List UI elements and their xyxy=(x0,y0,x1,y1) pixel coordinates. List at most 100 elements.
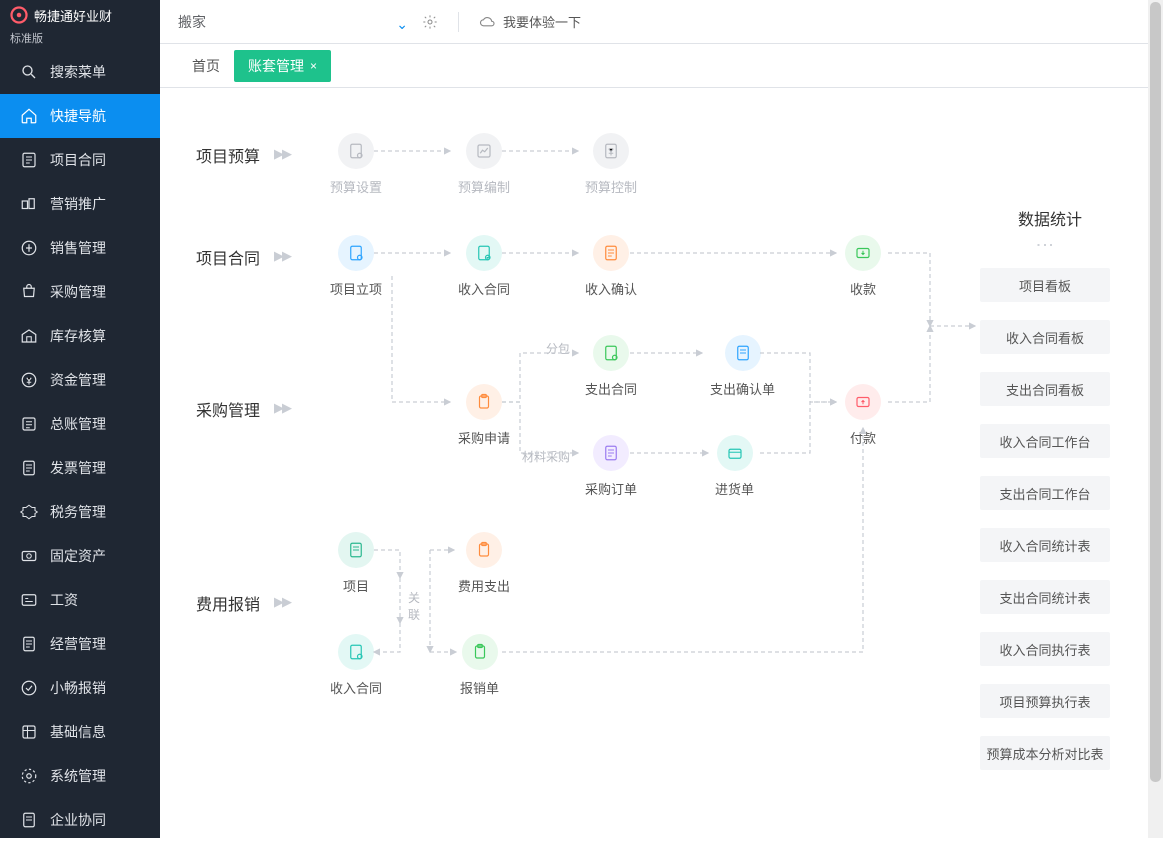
try-label: 我要体验一下 xyxy=(503,12,581,31)
base-icon xyxy=(20,723,38,741)
sidebar-item-marketing[interactable]: 营销推广 xyxy=(0,182,160,226)
sidebar-item-search[interactable]: 搜索菜单 xyxy=(0,50,160,94)
node-inc-contract2[interactable]: 收入合同 xyxy=(330,634,382,697)
workspace: 项目预算 ▶▶ 项目合同 ▶▶ 采购管理 ▶▶ 费用报销 ▶▶ 预算设置 预算编… xyxy=(160,88,1163,838)
node-budget-make[interactable]: 预算编制 xyxy=(458,133,510,196)
collab-icon xyxy=(20,811,38,829)
try-link[interactable]: 我要体验一下 xyxy=(479,12,581,31)
sidebar-item-report[interactable]: 小畅报销 xyxy=(0,666,160,710)
clipboard-icon xyxy=(471,643,489,661)
stat-button-6[interactable]: 支出合同统计表 xyxy=(980,580,1110,614)
sidebar-item-tax[interactable]: 税务管理 xyxy=(0,490,160,534)
clipboard-icon xyxy=(475,393,493,411)
header: 搬家 ⌄ 我要体验一下 xyxy=(160,0,1163,44)
version-tag: 标准版 xyxy=(0,30,160,46)
quicknav-icon xyxy=(20,107,38,125)
stat-button-3[interactable]: 收入合同工作台 xyxy=(980,424,1110,458)
purchase-icon xyxy=(20,283,38,301)
node-proj[interactable]: 项目 xyxy=(338,532,374,595)
stock-icon xyxy=(20,327,38,345)
sidebar-item-biz[interactable]: 经营管理 xyxy=(0,622,160,666)
stat-button-2[interactable]: 支出合同看板 xyxy=(980,372,1110,406)
stat-button-5[interactable]: 收入合同统计表 xyxy=(980,528,1110,562)
org-selector[interactable]: 搬家 ⌄ xyxy=(178,12,408,32)
wallet-out-icon xyxy=(854,393,872,411)
tab-home[interactable]: 首页 xyxy=(178,50,234,82)
doc-check-icon xyxy=(347,643,365,661)
invoice-icon xyxy=(20,459,38,477)
sidebar-item-sales[interactable]: 销售管理 xyxy=(0,226,160,270)
gear-icon[interactable] xyxy=(422,14,438,30)
tab-bar: 首页 账套管理 × xyxy=(160,44,1163,88)
sidebar-item-label: 营销推广 xyxy=(50,194,106,214)
sidebar-item-label: 发票管理 xyxy=(50,458,106,478)
gl-icon xyxy=(20,415,38,433)
node-budget-ctrl[interactable]: 预算控制 xyxy=(585,133,637,196)
sidebar-item-label: 工资 xyxy=(50,590,78,610)
section-arrow-icon: ▶▶ xyxy=(274,146,290,162)
sidebar-item-collab[interactable]: 企业协同 xyxy=(0,798,160,842)
close-icon[interactable]: × xyxy=(310,59,317,73)
doc-icon xyxy=(347,541,365,559)
node-pur-req[interactable]: 采购申请 xyxy=(458,384,510,447)
mini-mat: 材料采购 xyxy=(522,448,570,465)
sidebar-item-stock[interactable]: 库存核算 xyxy=(0,314,160,358)
sidebar-item-salary[interactable]: 工资 xyxy=(0,578,160,622)
sidebar-item-quicknav[interactable]: 快捷导航 xyxy=(0,94,160,138)
section-arrow-icon: ▶▶ xyxy=(274,248,290,264)
chart-icon xyxy=(475,142,493,160)
cloud-icon xyxy=(479,15,497,29)
scrollbar[interactable] xyxy=(1148,0,1163,838)
mini-sub: 分包 xyxy=(546,340,570,357)
tab-account[interactable]: 账套管理 × xyxy=(234,50,331,82)
sidebar-item-system[interactable]: 系统管理 xyxy=(0,754,160,798)
node-budget-set[interactable]: 预算设置 xyxy=(330,133,382,196)
system-icon xyxy=(20,767,38,785)
app-logo-icon xyxy=(10,6,28,24)
sidebar-item-label: 资金管理 xyxy=(50,370,106,390)
stats-title: 数据统计 xyxy=(1018,206,1082,230)
tax-icon xyxy=(20,503,38,521)
sidebar-item-asset[interactable]: 固定资产 xyxy=(0,534,160,578)
sidebar: 畅捷通好业财 标准版 搜索菜单快捷导航项目合同营销推广销售管理采购管理库存核算资… xyxy=(0,0,160,838)
app-name: 畅捷通好业财 xyxy=(34,6,112,25)
node-proj-init[interactable]: 项目立项 xyxy=(330,235,382,298)
sidebar-item-contract[interactable]: 项目合同 xyxy=(0,138,160,182)
sidebar-item-purchase[interactable]: 采购管理 xyxy=(0,270,160,314)
doc-icon xyxy=(602,244,620,262)
sidebar-item-fund[interactable]: 资金管理 xyxy=(0,358,160,402)
section-arrow-icon: ▶▶ xyxy=(274,594,290,610)
logo: 畅捷通好业财 xyxy=(0,0,160,30)
node-exp-out[interactable]: 费用支出 xyxy=(458,532,510,595)
scrollbar-thumb[interactable] xyxy=(1150,2,1161,782)
node-reimb[interactable]: 报销单 xyxy=(460,634,499,697)
section-arrow-icon: ▶▶ xyxy=(274,400,290,416)
node-pay[interactable]: 付款 xyxy=(845,384,881,447)
divider xyxy=(458,12,459,32)
sidebar-item-invoice[interactable]: 发票管理 xyxy=(0,446,160,490)
node-income-confirm[interactable]: 收入确认 xyxy=(585,235,637,298)
stat-button-0[interactable]: 项目看板 xyxy=(980,268,1110,302)
stat-button-1[interactable]: 收入合同看板 xyxy=(980,320,1110,354)
report-icon xyxy=(20,679,38,697)
stat-button-7[interactable]: 收入合同执行表 xyxy=(980,632,1110,666)
stat-button-4[interactable]: 支出合同工作台 xyxy=(980,476,1110,510)
biz-icon xyxy=(20,635,38,653)
box-icon xyxy=(726,444,744,462)
doc-icon xyxy=(602,444,620,462)
section-budget: 项目预算 xyxy=(196,143,260,167)
sidebar-item-base[interactable]: 基础信息 xyxy=(0,710,160,754)
sidebar-item-gl[interactable]: 总账管理 xyxy=(0,402,160,446)
node-receive[interactable]: 收款 xyxy=(845,235,881,298)
node-out-contract[interactable]: 支出合同 xyxy=(585,335,637,398)
node-income-contract[interactable]: 收入合同 xyxy=(458,235,510,298)
sidebar-item-label: 经营管理 xyxy=(50,634,106,654)
stat-button-9[interactable]: 预算成本分析对比表 xyxy=(980,736,1110,770)
search-icon xyxy=(20,63,38,81)
doc-check-icon xyxy=(475,244,493,262)
node-goods-in[interactable]: 进货单 xyxy=(715,435,754,498)
doc-icon xyxy=(347,244,365,262)
stat-button-8[interactable]: 项目预算执行表 xyxy=(980,684,1110,718)
node-out-confirm[interactable]: 支出确认单 xyxy=(710,335,775,398)
node-pur-order[interactable]: 采购订单 xyxy=(585,435,637,498)
